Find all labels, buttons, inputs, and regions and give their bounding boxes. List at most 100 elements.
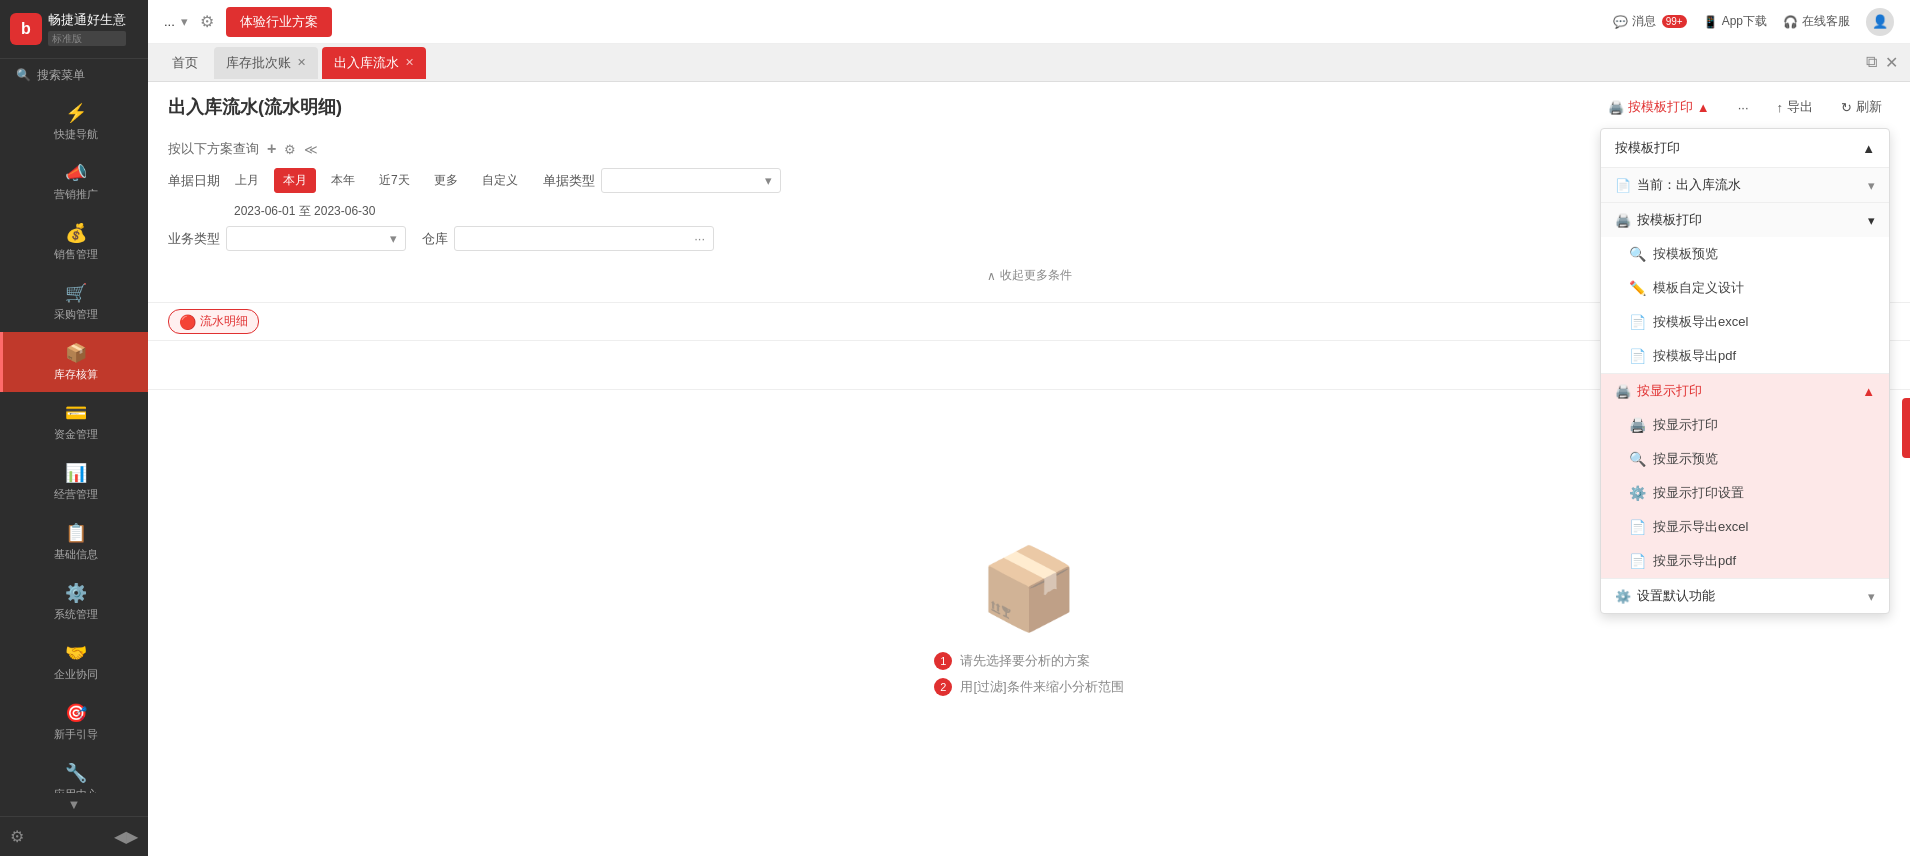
display-print-item[interactable]: 🖨️ 按显示打印 (1601, 408, 1889, 442)
dropdown-footer[interactable]: ⚙️ 设置默认功能 ▾ (1601, 579, 1889, 613)
date-filter-item: 单据日期 上月 本月 本年 近7天 更多 自定义 (168, 168, 527, 193)
sidebar-collapse-icon[interactable]: ◀▶ (114, 827, 138, 846)
print-template-button[interactable]: 🖨️ 按模板打印 ▲ (1600, 94, 1718, 120)
message-button[interactable]: 💬 消息 99+ (1613, 13, 1687, 30)
display-print-header[interactable]: 🖨️ 按显示打印 ▲ (1601, 374, 1889, 408)
basic-icon: 📋 (65, 522, 87, 544)
tab-home[interactable]: 首页 (160, 47, 210, 79)
filter-tag-item[interactable]: 🔴 流水明细 (168, 309, 259, 334)
display-settings-item[interactable]: ⚙️ 按显示打印设置 (1601, 476, 1889, 510)
biz-type-select[interactable]: ▾ (226, 226, 406, 251)
company-name: 畅捷通好生意 标准版 (48, 12, 126, 46)
display-preview-icon: 🔍 (1629, 451, 1645, 467)
template-pdf-icon: 📄 (1629, 348, 1645, 364)
app-logo-icon: b (10, 13, 42, 45)
date-btn-more[interactable]: 更多 (425, 168, 467, 193)
export-button[interactable]: ↑ 导出 (1769, 94, 1822, 120)
date-btn-this-month[interactable]: 本月 (274, 168, 316, 193)
chevron-down-icon: ▼ (68, 797, 81, 812)
sidebar-item-collab[interactable]: 🤝 企业协同 (0, 632, 148, 692)
warehouse-arrow: ··· (694, 231, 705, 246)
display-print-header-inner: 🖨️ 按显示打印 (1615, 382, 1702, 400)
window-controls: ⧉ ✕ (1866, 53, 1898, 72)
template-excel-item[interactable]: 📄 按模板导出excel (1601, 305, 1889, 339)
header-right: 💬 消息 99+ 📱 App下载 🎧 在线客服 👤 (1613, 8, 1894, 36)
sidebar-item-marketing[interactable]: 📣 营销推广 (0, 152, 148, 212)
filter-collapse-button[interactable]: ≪ (304, 142, 318, 157)
filter-settings-button[interactable]: ⚙ (284, 142, 296, 157)
date-btn-custom[interactable]: 自定义 (473, 168, 527, 193)
date-filter: 上月 本月 本年 近7天 更多 自定义 (226, 168, 527, 193)
empty-step-2: 2 用[过滤]条件来缩小分析范围 (934, 678, 1123, 696)
template-section-arrow: ▾ (1868, 213, 1875, 228)
warehouse-select[interactable]: ··· (454, 226, 714, 251)
sidebar-item-guide[interactable]: 🎯 新手引导 (0, 692, 148, 752)
window-close-icon[interactable]: ✕ (1885, 53, 1898, 72)
tab-flow[interactable]: 出入库流水 ✕ (322, 47, 426, 79)
biz-type-filter-item: 业务类型 ▾ (168, 226, 406, 251)
current-selection-inner: 📄 当前：出入库流水 (1615, 176, 1741, 194)
template-print-header[interactable]: 🖨️ 按模板打印 ▾ (1601, 203, 1889, 237)
sidebar-scroll-down[interactable]: ▼ (0, 793, 148, 816)
display-preview-item[interactable]: 🔍 按显示预览 (1601, 442, 1889, 476)
filter-add-button[interactable]: + (267, 140, 276, 158)
trial-button[interactable]: 体验行业方案 (226, 7, 332, 37)
doc-type-label: 单据类型 (543, 172, 595, 190)
tab-batch-account[interactable]: 库存批次账 ✕ (214, 47, 318, 79)
quick-nav-icon: ⚡ (65, 102, 87, 124)
app-download-button[interactable]: 📱 App下载 (1703, 13, 1767, 30)
tab-flow-close[interactable]: ✕ (405, 56, 414, 69)
page-header: 出入库流水(流水明细) 🖨️ 按模板打印 ▲ ··· ↑ 导出 (148, 82, 1910, 128)
sidebar-item-purchase[interactable]: 🛒 采购管理 (0, 272, 148, 332)
collab-icon: 🤝 (65, 642, 87, 664)
right-edge-handle[interactable] (1902, 398, 1910, 458)
chevron-up-icon: ∧ (987, 269, 996, 283)
sidebar-item-operation[interactable]: 📊 经营管理 (0, 452, 148, 512)
sidebar-item-quick-nav[interactable]: ⚡ 快捷导航 (0, 92, 148, 152)
customer-service-button[interactable]: 🎧 在线客服 (1783, 13, 1850, 30)
template-print-section: 🖨️ 按模板打印 ▾ 🔍 按模板预览 ✏️ 模 (1601, 203, 1889, 374)
template-excel-icon: 📄 (1629, 314, 1645, 330)
sidebar-item-app-center[interactable]: 🔧 应用中心 (0, 752, 148, 793)
search-menu[interactable]: 🔍 搜索菜单 (0, 59, 148, 92)
doc-type-select[interactable]: ▾ (601, 168, 781, 193)
header-settings-icon[interactable]: ⚙ (200, 12, 214, 31)
app-center-icon: 🔧 (65, 762, 87, 784)
inventory-icon: 📦 (65, 342, 87, 364)
step-2-num: 2 (934, 678, 952, 696)
date-btn-this-year[interactable]: 本年 (322, 168, 364, 193)
print-icon: 🖨️ (1608, 100, 1624, 115)
display-excel-item[interactable]: 📄 按显示导出excel (1601, 510, 1889, 544)
sidebar-item-system[interactable]: ⚙️ 系统管理 (0, 572, 148, 632)
page-container: 出入库流水(流水明细) 🖨️ 按模板打印 ▲ ··· ↑ 导出 (148, 82, 1910, 856)
sidebar-item-basic[interactable]: 📋 基础信息 (0, 512, 148, 572)
sidebar-item-inventory[interactable]: 📦 库存核算 (0, 332, 148, 392)
doc-type-filter-item: 单据类型 ▾ (543, 168, 781, 193)
system-icon: ⚙️ (65, 582, 87, 604)
display-section-arrow: ▲ (1862, 384, 1875, 399)
template-pdf-item[interactable]: 📄 按模板导出pdf (1601, 339, 1889, 373)
export-icon: ↑ (1777, 100, 1784, 115)
current-expand-icon[interactable]: ▾ (1868, 178, 1875, 193)
sidebar-item-finance[interactable]: 💳 资金管理 (0, 392, 148, 452)
sidebar-settings-icon[interactable]: ⚙ (10, 827, 24, 846)
date-btn-last-month[interactable]: 上月 (226, 168, 268, 193)
tab-batch-account-close[interactable]: ✕ (297, 56, 306, 69)
template-preview-item[interactable]: 🔍 按模板预览 (1601, 237, 1889, 271)
settings-default-icon: ⚙️ (1615, 589, 1631, 604)
more-options-button[interactable]: ··· (1730, 96, 1757, 119)
biz-type-arrow: ▾ (390, 231, 397, 246)
sidebar-item-sales[interactable]: 💰 销售管理 (0, 212, 148, 272)
window-restore-icon[interactable]: ⧉ (1866, 53, 1877, 72)
refresh-button[interactable]: ↻ 刷新 (1833, 94, 1890, 120)
avatar[interactable]: 👤 (1866, 8, 1894, 36)
page-title: 出入库流水(流水明细) (168, 95, 342, 119)
dropdown-collapse-icon[interactable]: ▲ (1862, 141, 1875, 156)
display-print-section: 🖨️ 按显示打印 ▲ 🖨️ 按显示打印 🔍 (1601, 374, 1889, 579)
message-icon: 💬 (1613, 15, 1628, 29)
display-pdf-item[interactable]: 📄 按显示导出pdf (1601, 544, 1889, 578)
date-btn-7days[interactable]: 近7天 (370, 168, 419, 193)
template-custom-item[interactable]: ✏️ 模板自定义设计 (1601, 271, 1889, 305)
user-dropdown-arrow[interactable]: ▾ (181, 14, 188, 29)
logo-text-block: 畅捷通好生意 标准版 (48, 12, 126, 46)
